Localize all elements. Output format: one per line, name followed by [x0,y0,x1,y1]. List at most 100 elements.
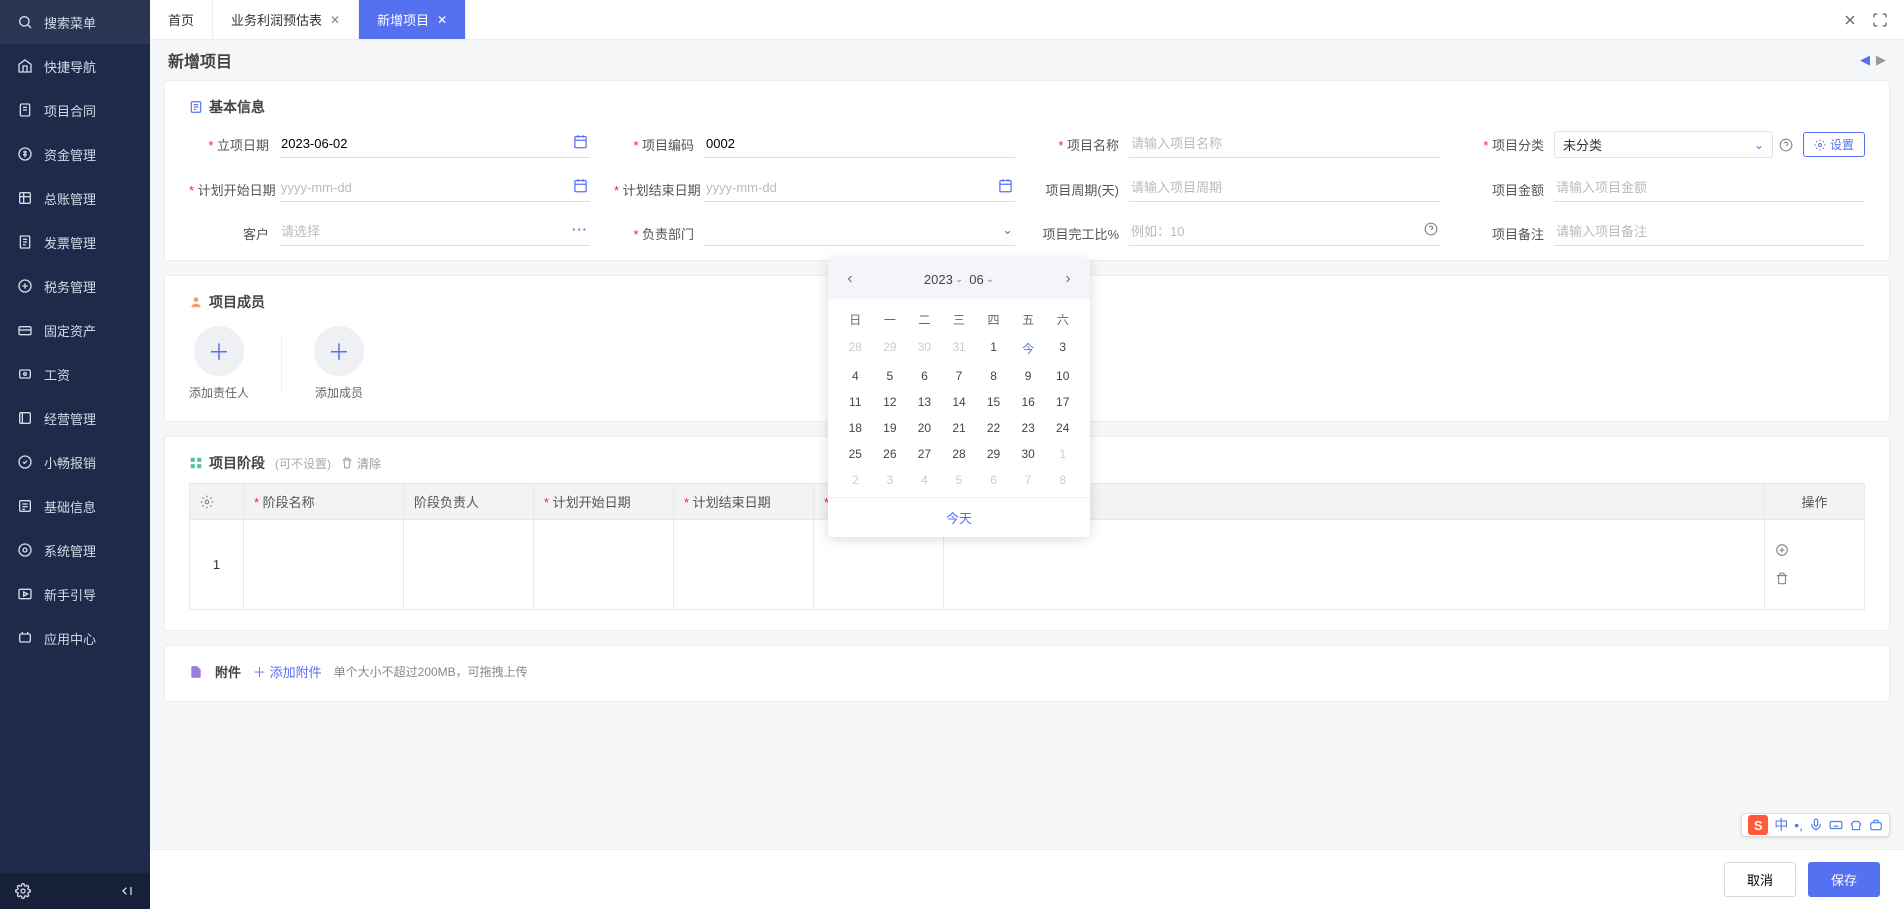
add-leader-button[interactable]: ＋ [194,326,244,376]
remark-input[interactable] [1554,220,1865,246]
calendar-day[interactable]: 23 [1011,415,1046,441]
calendar-day[interactable]: 14 [942,389,977,415]
calendar-day[interactable]: 29 [976,441,1011,467]
month-select[interactable]: 06⌄ [969,272,994,287]
calendar-day[interactable]: 30 [1011,441,1046,467]
calendar-day[interactable]: 9 [1011,363,1046,389]
calendar-day[interactable]: 6 [976,467,1011,493]
add-member-button[interactable]: ＋ [314,326,364,376]
sidebar-item-manage[interactable]: 经营管理 [0,396,150,440]
cell-end[interactable] [674,520,814,610]
plan-start-input[interactable] [279,176,590,202]
tab[interactable]: 业务利润预估表✕ [213,0,359,39]
cancel-button[interactable]: 取消 [1724,862,1796,897]
next-record-icon[interactable]: ▶ [1876,52,1886,68]
next-month-button[interactable] [1058,271,1078,287]
chevron-down-icon[interactable]: ⌄ [1002,222,1013,238]
calendar-day[interactable]: 28 [942,441,977,467]
tab[interactable]: 新增项目✕ [359,0,466,39]
ime-toolbox-icon[interactable] [1869,818,1883,832]
sidebar-item-document[interactable]: 项目合同 [0,88,150,132]
cell-start[interactable] [534,520,674,610]
calendar-day[interactable]: 6 [907,363,942,389]
calendar-day[interactable]: 5 [873,363,908,389]
cycle-input[interactable] [1129,176,1440,202]
calendar-day[interactable]: 27 [907,441,942,467]
help-icon[interactable] [1424,222,1438,236]
close-icon[interactable]: ✕ [330,13,340,27]
code-input[interactable] [704,132,1015,158]
calendar-day[interactable]: 18 [838,415,873,441]
close-icon[interactable]: ✕ [437,13,447,27]
calendar-day[interactable]: 30 [907,334,942,363]
calendar-day[interactable]: 22 [976,415,1011,441]
ime-skin-icon[interactable] [1849,818,1863,832]
sidebar-item-apps[interactable]: 应用中心 [0,616,150,660]
ime-logo-icon[interactable]: S [1748,815,1768,835]
name-input[interactable] [1129,132,1440,158]
calendar-day[interactable]: 31 [942,334,977,363]
save-button[interactable]: 保存 [1808,862,1880,897]
calendar-day[interactable]: 8 [976,363,1011,389]
calendar-day[interactable]: 26 [873,441,908,467]
ime-punct-icon[interactable]: •, [1794,817,1803,833]
sidebar-item-home[interactable]: 快捷导航 [0,44,150,88]
calendar-day[interactable]: 1 [976,334,1011,363]
cell-name[interactable] [244,520,404,610]
plan-end-input[interactable] [704,176,1015,202]
sidebar-item-search[interactable]: 搜索菜单 [0,0,150,44]
calendar-day[interactable]: 11 [838,389,873,415]
sidebar-item-reimburse[interactable]: 小畅报销 [0,440,150,484]
calendar-day[interactable]: 28 [838,334,873,363]
calendar-day[interactable]: 10 [1045,363,1080,389]
clear-phases-button[interactable]: 清除 [341,455,381,472]
calendar-day[interactable]: 19 [873,415,908,441]
customer-input[interactable] [279,220,590,246]
settings-icon[interactable] [14,882,32,900]
sidebar-item-money[interactable]: 资金管理 [0,132,150,176]
delete-row-icon[interactable] [1775,572,1854,586]
dept-input[interactable] [704,220,1015,246]
calendar-day[interactable]: 8 [1045,467,1080,493]
year-select[interactable]: 2023⌄ [924,272,963,287]
more-icon[interactable]: ··· [572,222,588,237]
calendar-day[interactable]: 12 [873,389,908,415]
calendar-day[interactable]: 24 [1045,415,1080,441]
calendar-day[interactable]: 20 [907,415,942,441]
calendar-day[interactable]: 7 [942,363,977,389]
sidebar-item-ledger[interactable]: 总账管理 [0,176,150,220]
today-link[interactable]: 今天 [828,498,1090,537]
calendar-icon[interactable] [998,178,1013,193]
sidebar-item-invoice[interactable]: 发票管理 [0,220,150,264]
category-select[interactable]: 未分类 ⌄ [1554,131,1773,158]
add-row-icon[interactable] [1775,543,1854,557]
calendar-day[interactable]: 3 [1045,334,1080,363]
calendar-day[interactable]: 15 [976,389,1011,415]
calendar-day[interactable]: 7 [1011,467,1046,493]
amount-input[interactable] [1554,176,1865,202]
help-icon[interactable] [1779,138,1793,152]
add-attachment-button[interactable]: ＋ 添加附件 [253,662,322,681]
calendar-day[interactable]: 5 [942,467,977,493]
calendar-day[interactable]: 16 [1011,389,1046,415]
calendar-day[interactable]: 21 [942,415,977,441]
sidebar-item-system[interactable]: 系统管理 [0,528,150,572]
calendar-icon[interactable] [573,134,588,149]
prev-month-button[interactable] [840,271,860,287]
calendar-day[interactable]: 25 [838,441,873,467]
calendar-day[interactable]: 13 [907,389,942,415]
calendar-day[interactable]: 1 [1045,441,1080,467]
date-input[interactable] [279,132,590,158]
calendar-day[interactable]: 4 [838,363,873,389]
calendar-icon[interactable] [573,178,588,193]
col-settings[interactable] [190,484,244,520]
calendar-day[interactable]: 今 [1011,334,1046,363]
calendar-day[interactable]: 3 [873,467,908,493]
close-page-icon[interactable] [1842,12,1858,28]
sidebar-item-asset[interactable]: 固定资产 [0,308,150,352]
calendar-day[interactable]: 29 [873,334,908,363]
collapse-sidebar-icon[interactable] [118,882,136,900]
ime-keyboard-icon[interactable] [1829,818,1843,832]
prev-record-icon[interactable]: ◀ [1860,52,1870,68]
tab[interactable]: 首页 [150,0,213,39]
